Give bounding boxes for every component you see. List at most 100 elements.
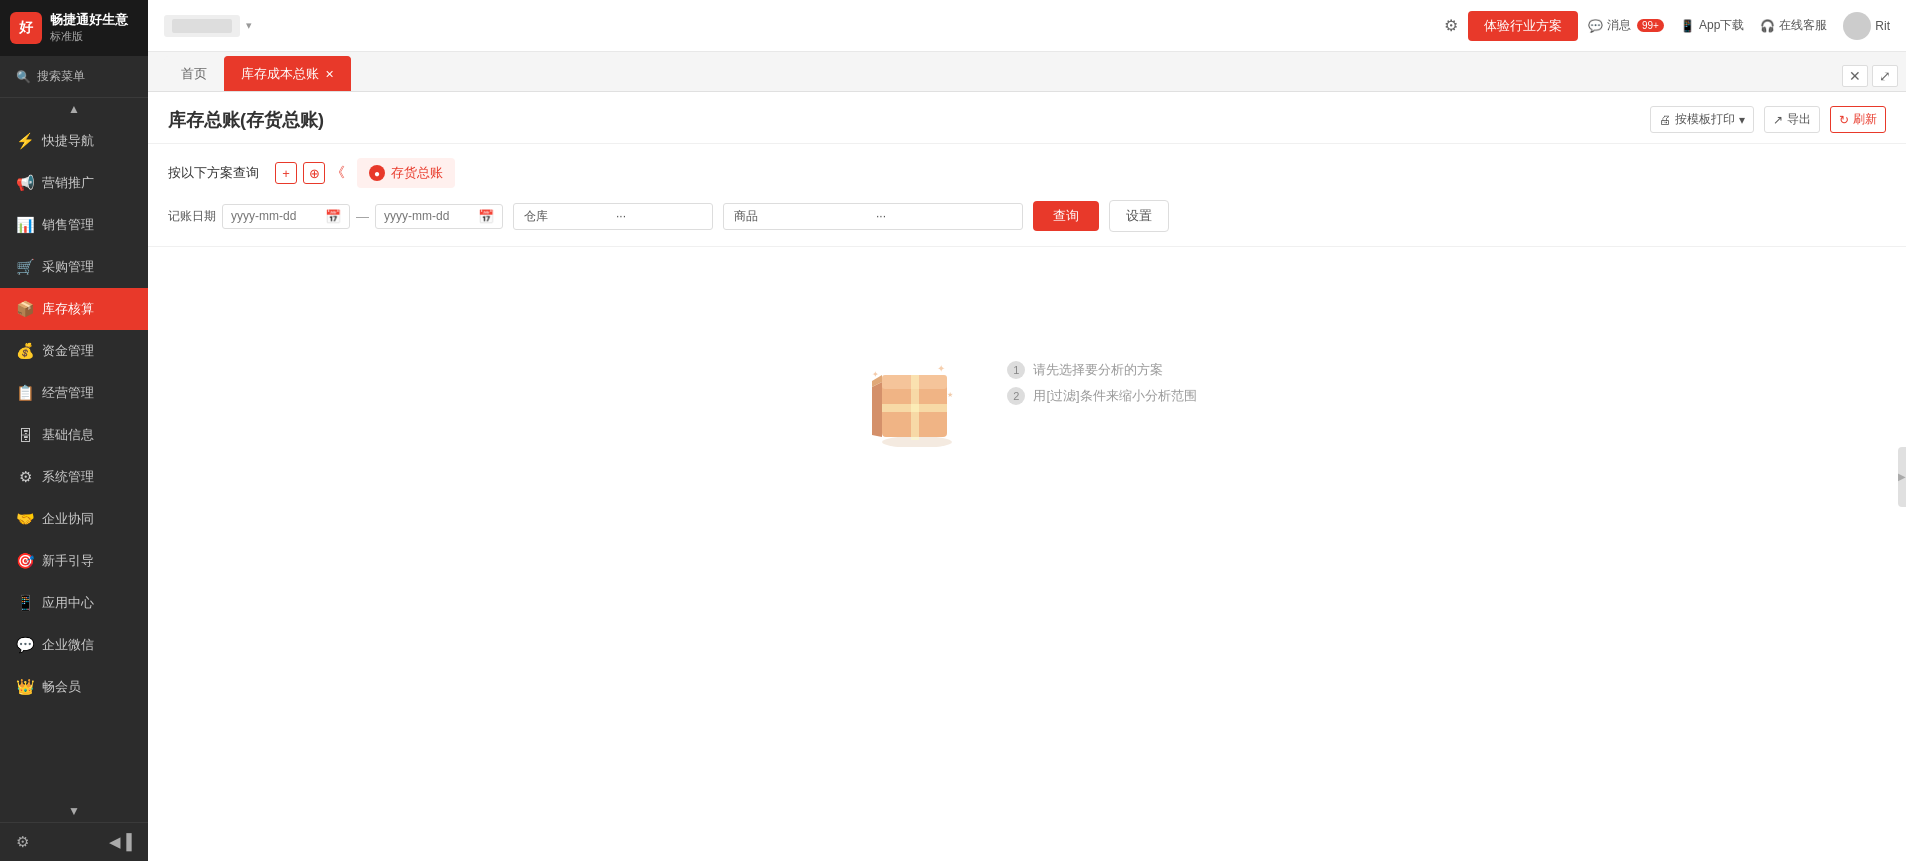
tabs-bar: 首页 库存成本总账 ✕ ✕ ⤢ xyxy=(148,52,1906,92)
svg-text:✦: ✦ xyxy=(872,370,879,379)
warehouse-more-icon[interactable]: ··· xyxy=(616,209,702,223)
add-scheme-btn[interactable]: + xyxy=(275,162,297,184)
filter-scheme-row: 按以下方案查询 + ⊕ 《 ● 存货总账 xyxy=(168,158,1886,188)
sidebar-item-enterprise[interactable]: 🤝 企业协同 xyxy=(0,498,148,540)
search-menu-button[interactable]: 🔍 搜索菜单 xyxy=(10,64,138,89)
message-btn[interactable]: 💬 消息 99+ xyxy=(1588,17,1664,34)
hint-number-2: 2 xyxy=(1007,387,1025,405)
tab-home[interactable]: 首页 xyxy=(164,56,224,91)
refresh-icon: ↻ xyxy=(1839,113,1849,127)
shortcut-icon: ⚡ xyxy=(16,132,34,150)
svg-rect-6 xyxy=(882,404,947,412)
calendar-end-icon[interactable]: 📅 xyxy=(478,209,494,224)
sidebar-item-wechat[interactable]: 💬 企业微信 xyxy=(0,624,148,666)
settings-button[interactable]: 设置 xyxy=(1109,200,1169,232)
guide-icon: 🎯 xyxy=(16,552,34,570)
svg-marker-3 xyxy=(872,382,882,437)
purchase-icon: 🛒 xyxy=(16,258,34,276)
operations-icon: 📋 xyxy=(16,384,34,402)
filter-label: 按以下方案查询 xyxy=(168,164,259,182)
tab-close-icon[interactable]: ✕ xyxy=(325,69,334,80)
topbar-right: 💬 消息 99+ 📱 App下载 🎧 在线客服 Rit xyxy=(1588,12,1890,40)
app-name: 畅捷通好生意 标准版 xyxy=(50,12,128,43)
sidebar-item-system[interactable]: ⚙ 系统管理 xyxy=(0,456,148,498)
export-icon: ↗ xyxy=(1773,113,1783,127)
refresh-btn[interactable]: ↻ 刷新 xyxy=(1830,106,1886,133)
print-chevron-icon: ▾ xyxy=(1739,113,1745,127)
filter-inputs-row: 记账日期 📅 — 📅 仓库 ··· xyxy=(168,200,1886,232)
page-header-actions: 🖨 按模板打印 ▾ ↗ 导出 ↻ 刷新 xyxy=(1650,106,1886,133)
page-header: 库存总账(存货总账) 🖨 按模板打印 ▾ ↗ 导出 ↻ 刷新 xyxy=(148,92,1906,144)
tab-close-panel-btn[interactable]: ✕ xyxy=(1842,65,1868,87)
date-end-input[interactable]: 📅 xyxy=(375,204,503,229)
hint-number-1: 1 xyxy=(1007,361,1025,379)
empty-state: ✦ ✦ ★ 1 请先选择要分析的方案 2 用[过滤]条件来缩小分析范围 xyxy=(148,247,1906,527)
settings-icon[interactable]: ⚙ xyxy=(1444,16,1458,35)
product-more-icon[interactable]: ··· xyxy=(876,209,1012,223)
message-badge: 99+ xyxy=(1637,19,1664,32)
tab-expand-btn[interactable]: ⤢ xyxy=(1872,65,1898,87)
enterprise-icon: 🤝 xyxy=(16,510,34,528)
sidebar-item-guide[interactable]: 🎯 新手引导 xyxy=(0,540,148,582)
nav-item[interactable] xyxy=(164,15,240,37)
right-panel-handle[interactable]: ▶ xyxy=(1898,447,1906,507)
vip-icon: 👑 xyxy=(16,678,34,696)
empty-state-content: ✦ ✦ ★ 1 请先选择要分析的方案 2 用[过滤]条件来缩小分析范围 xyxy=(857,327,1196,447)
sales-icon: 📊 xyxy=(16,216,34,234)
sidebar-item-shortcut[interactable]: ⚡ 快捷导航 xyxy=(0,120,148,162)
calendar-start-icon[interactable]: 📅 xyxy=(325,209,341,224)
sidebar-item-vip[interactable]: 👑 畅会员 xyxy=(0,666,148,708)
user-area[interactable]: Rit xyxy=(1843,12,1890,40)
empty-svg: ✦ ✦ ★ xyxy=(857,327,977,447)
online-service-btn[interactable]: 🎧 在线客服 xyxy=(1760,17,1827,34)
print-icon: 🖨 xyxy=(1659,113,1671,127)
sidebar-item-basic[interactable]: 🗄 基础信息 xyxy=(0,414,148,456)
topbar: ▾ ⚙ 体验行业方案 💬 消息 99+ 📱 App下载 🎧 在线客服 Rit xyxy=(148,0,1906,52)
sidebar: 好 畅捷通好生意 标准版 🔍 搜索菜单 ▲ ⚡ 快捷导航 📢 营销推广 📊 销售… xyxy=(0,0,148,861)
app-logo: 好 畅捷通好生意 标准版 xyxy=(0,0,148,56)
page-title: 库存总账(存货总账) xyxy=(168,108,324,132)
product-input[interactable]: 商品 ··· xyxy=(723,203,1023,230)
scheme-item[interactable]: ● 存货总账 xyxy=(357,158,455,188)
date-end-field[interactable] xyxy=(384,209,474,223)
sidebar-search[interactable]: 🔍 搜索菜单 xyxy=(0,56,148,98)
logo-icon: 好 xyxy=(10,12,42,44)
main-area: ▾ ⚙ 体验行业方案 💬 消息 99+ 📱 App下载 🎧 在线客服 Rit xyxy=(148,0,1906,861)
settings-footer-icon[interactable]: ⚙ xyxy=(16,833,29,851)
username-label: Rit xyxy=(1875,19,1890,33)
app-download-btn[interactable]: 📱 App下载 xyxy=(1680,17,1744,34)
industry-btn[interactable]: 体验行业方案 xyxy=(1468,11,1578,41)
sidebar-item-sales[interactable]: 📊 销售管理 xyxy=(0,204,148,246)
sidebar-item-finance[interactable]: 💰 资金管理 xyxy=(0,330,148,372)
sidebar-item-appcenter[interactable]: 📱 应用中心 xyxy=(0,582,148,624)
topbar-nav: ▾ xyxy=(164,15,1434,37)
message-icon: 💬 xyxy=(1588,19,1603,33)
inventory-icon: 📦 xyxy=(16,300,34,318)
manage-scheme-btn[interactable]: ⊕ xyxy=(303,162,325,184)
date-start-input[interactable]: 📅 xyxy=(222,204,350,229)
empty-illustration: ✦ ✦ ★ xyxy=(857,327,977,447)
empty-hints: 1 请先选择要分析的方案 2 用[过滤]条件来缩小分析范围 xyxy=(1007,361,1196,413)
sidebar-item-inventory[interactable]: 📦 库存核算 xyxy=(0,288,148,330)
date-start-field[interactable] xyxy=(231,209,321,223)
print-template-btn[interactable]: 🖨 按模板打印 ▾ xyxy=(1650,106,1754,133)
handle-icon: ▶ xyxy=(1897,471,1907,482)
scroll-down-btn[interactable]: ▼ xyxy=(0,800,148,822)
sidebar-item-operations[interactable]: 📋 经营管理 xyxy=(0,372,148,414)
sidebar-item-purchase[interactable]: 🛒 采购管理 xyxy=(0,246,148,288)
query-button[interactable]: 查询 xyxy=(1033,201,1099,231)
tab-inventory-cost[interactable]: 库存成本总账 ✕ xyxy=(224,56,351,91)
sidebar-item-marketing[interactable]: 📢 营销推广 xyxy=(0,162,148,204)
wechat-icon: 💬 xyxy=(16,636,34,654)
sidebar-menu: ⚡ 快捷导航 📢 营销推广 📊 销售管理 🛒 采购管理 📦 库存核算 💰 资金管… xyxy=(0,120,148,800)
date-field: 记账日期 📅 — 📅 xyxy=(168,204,503,229)
hint-item-1: 1 请先选择要分析的方案 xyxy=(1007,361,1196,379)
sidebar-footer: ⚙ ◀▐ xyxy=(0,822,148,861)
search-icon: 🔍 xyxy=(16,70,31,84)
collapse-footer-icon[interactable]: ◀▐ xyxy=(109,833,132,851)
collapse-btn[interactable]: 《 xyxy=(331,164,345,182)
export-btn[interactable]: ↗ 导出 xyxy=(1764,106,1820,133)
svg-text:✦: ✦ xyxy=(937,363,945,374)
warehouse-input[interactable]: 仓库 ··· xyxy=(513,203,713,230)
scroll-up-btn[interactable]: ▲ xyxy=(0,98,148,120)
